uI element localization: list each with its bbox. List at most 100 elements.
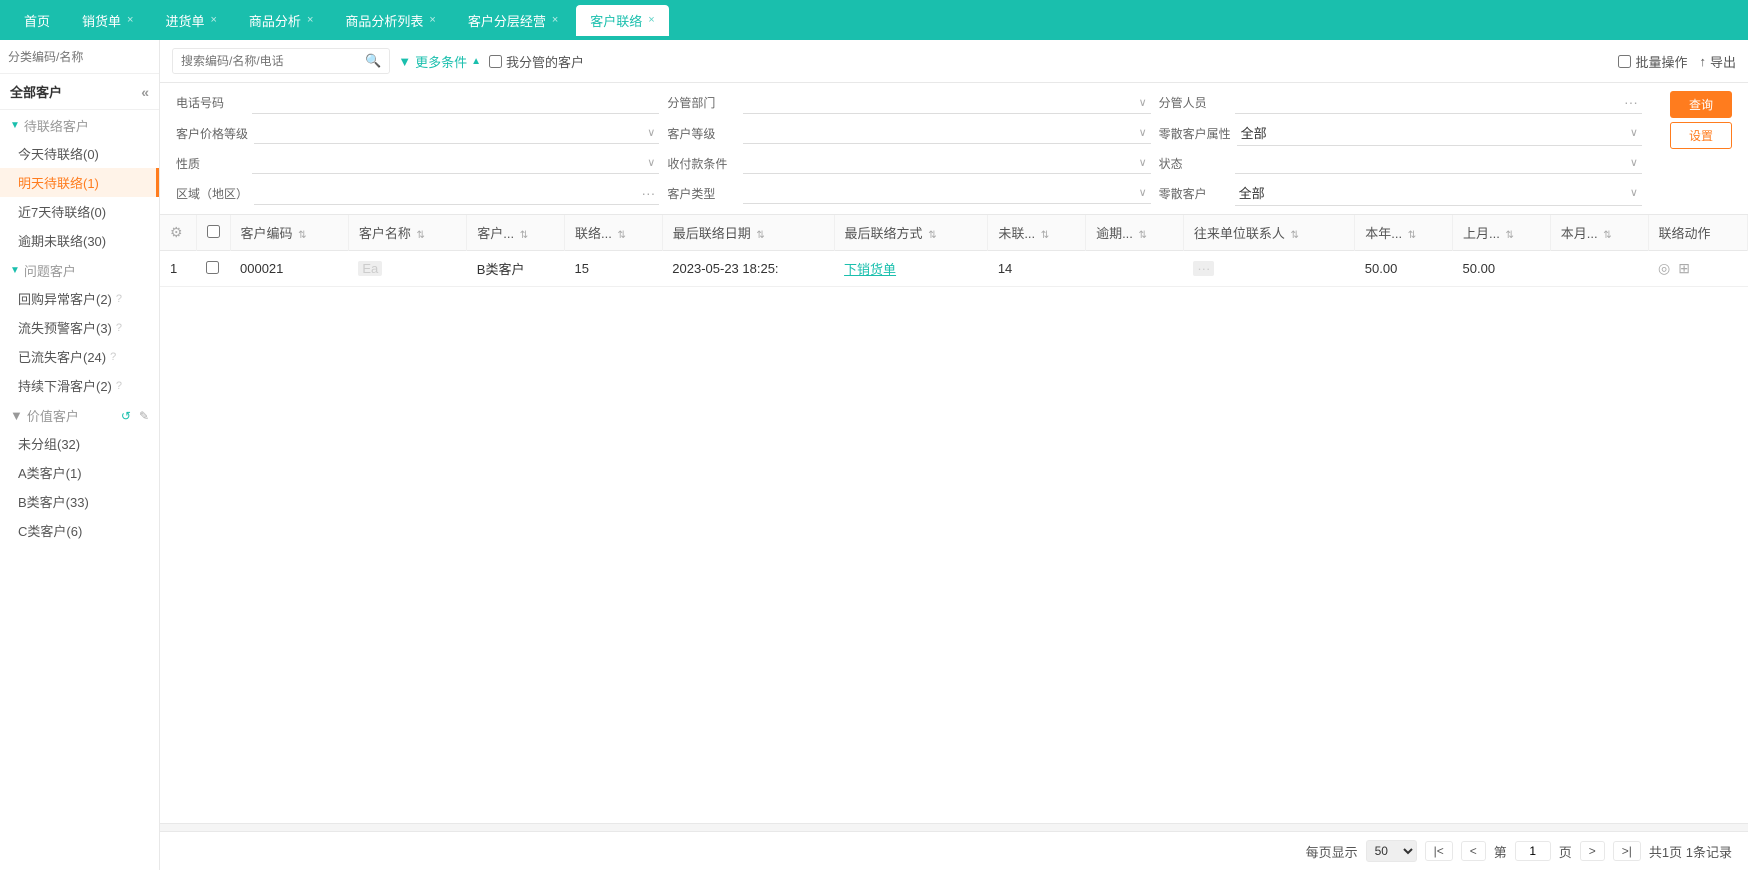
- close-customer-contact-icon[interactable]: ×: [648, 14, 654, 26]
- first-page-btn[interactable]: |<: [1425, 841, 1453, 861]
- help-icon-3[interactable]: ?: [110, 351, 116, 363]
- sort-this-year-icon[interactable]: ⇅: [1408, 230, 1416, 241]
- sidebar-item-abnormal-label: 回购异常客户(2): [18, 289, 112, 308]
- filter-customer-level-select[interactable]: ∨: [743, 122, 1150, 144]
- sort-contacts-icon[interactable]: ⇅: [618, 230, 626, 241]
- export-btn[interactable]: ↑ 导出: [1699, 52, 1736, 71]
- sidebar-item-warning[interactable]: 流失预警客户(3) ?: [0, 313, 159, 342]
- sidebar-search-input[interactable]: [8, 50, 160, 64]
- search-icon[interactable]: 🔍: [365, 53, 381, 69]
- more-filters-btn[interactable]: ▼ 更多条件 ▲: [398, 52, 481, 71]
- sidebar-item-overdue[interactable]: 逾期未联络(30): [0, 226, 159, 255]
- my-customers-checkbox[interactable]: 我分管的客户: [489, 52, 584, 71]
- action-contact-icon[interactable]: ◎: [1658, 260, 1670, 277]
- row-last-date: 2023-05-23 18:25:: [662, 251, 834, 287]
- row-name: Ea: [348, 251, 466, 287]
- sidebar-collapse-icon[interactable]: «: [141, 84, 149, 100]
- nav-analysis[interactable]: 商品分析 ×: [235, 5, 327, 36]
- sort-contact-person-icon[interactable]: ⇅: [1290, 230, 1298, 241]
- sort-last-month-icon[interactable]: ⇅: [1505, 230, 1513, 241]
- close-sales-icon[interactable]: ×: [127, 14, 133, 26]
- batch-check[interactable]: [1618, 55, 1631, 68]
- sort-type-icon[interactable]: ⇅: [520, 230, 528, 241]
- sidebar-item-7days[interactable]: 近7天待联络(0): [0, 197, 159, 226]
- nav-analysis-list[interactable]: 商品分析列表 ×: [331, 5, 449, 36]
- query-button[interactable]: 查询: [1670, 91, 1732, 118]
- sort-overdue-icon[interactable]: ⇅: [1139, 230, 1147, 241]
- select-all-checkbox[interactable]: [207, 225, 220, 238]
- close-analysis-icon[interactable]: ×: [307, 14, 313, 26]
- sidebar-item-ungrouped[interactable]: 未分组(32): [0, 429, 159, 458]
- horizontal-scrollbar[interactable]: [160, 823, 1748, 831]
- sort-this-month-icon[interactable]: ⇅: [1603, 230, 1611, 241]
- sidebar-all-customers[interactable]: 全部客户 «: [0, 74, 159, 110]
- row-checkbox[interactable]: [206, 261, 219, 274]
- sort-last-method-icon[interactable]: ⇅: [928, 230, 936, 241]
- filter-dept-select[interactable]: ∨: [743, 92, 1150, 114]
- sidebar-item-today[interactable]: 今天待联络(0): [0, 139, 159, 168]
- customer-table: ⚙ 客户编码 ⇅ 客户名称 ⇅: [160, 215, 1748, 287]
- col-name-label: 客户名称: [359, 226, 411, 241]
- last-page-btn[interactable]: >|: [1613, 841, 1641, 861]
- retail-arrow: ∨: [1630, 186, 1638, 199]
- page-size-select[interactable]: 10 20 50 100: [1366, 840, 1417, 862]
- nav-sales[interactable]: 销货单 ×: [68, 5, 147, 36]
- page-input[interactable]: [1515, 841, 1551, 861]
- nav-home[interactable]: 首页: [10, 5, 64, 36]
- row-method-link[interactable]: 下销货单: [844, 262, 896, 277]
- sidebar-item-class-c[interactable]: C类客户(6): [0, 516, 159, 545]
- filter-retail-attr-select[interactable]: 全部 ∨: [1237, 120, 1642, 146]
- sort-name-icon[interactable]: ⇅: [417, 230, 425, 241]
- close-purchase-icon[interactable]: ×: [210, 14, 216, 26]
- payment-arrow: ∨: [1139, 156, 1147, 169]
- sort-code-icon[interactable]: ⇅: [298, 230, 306, 241]
- value-group-edit[interactable]: ✎: [139, 409, 149, 423]
- help-icon-1[interactable]: ?: [116, 293, 122, 305]
- reset-button[interactable]: 设置: [1670, 122, 1732, 149]
- manager-dots-icon[interactable]: ···: [1624, 94, 1638, 110]
- prev-page-btn[interactable]: <: [1461, 841, 1486, 861]
- next-page-btn[interactable]: >: [1580, 841, 1605, 861]
- col-code: 客户编码 ⇅: [230, 215, 348, 251]
- my-customers-check[interactable]: [489, 55, 502, 68]
- close-customer-ops-icon[interactable]: ×: [552, 14, 558, 26]
- sidebar-group-value: ▼ 价值客户 ↺ ✎: [0, 400, 159, 429]
- nav-customer-ops[interactable]: 客户分层经营 ×: [454, 5, 572, 36]
- col-name: 客户名称 ⇅: [348, 215, 466, 251]
- batch-op-btn[interactable]: 批量操作: [1618, 52, 1687, 71]
- sort-unlink-icon[interactable]: ⇅: [1041, 230, 1049, 241]
- filter-status-select[interactable]: ∨: [1235, 152, 1642, 174]
- filter-manager-input[interactable]: ···: [1235, 91, 1642, 114]
- help-icon-2[interactable]: ?: [116, 322, 122, 334]
- sort-last-date-icon[interactable]: ⇅: [756, 230, 764, 241]
- action-schedule-icon[interactable]: ⊞: [1678, 260, 1690, 277]
- sidebar-item-tomorrow[interactable]: 明天待联络(1): [0, 168, 159, 197]
- nav-customer-contact[interactable]: 客户联络 ×: [576, 5, 668, 36]
- triangle-icon-3: ▼: [10, 408, 23, 423]
- col-settings[interactable]: ⚙: [160, 215, 196, 251]
- filter-retail-select[interactable]: 全部 ∨: [1235, 180, 1642, 206]
- close-analysis-list-icon[interactable]: ×: [429, 14, 435, 26]
- export-label: 导出: [1710, 52, 1736, 71]
- filter-price-level-select[interactable]: ∨: [254, 122, 659, 144]
- filter-row-4: 区域（地区） ··· 客户类型 ∨ 零散客户: [176, 180, 1642, 206]
- region-dots-icon[interactable]: ···: [641, 185, 655, 201]
- filter-phone-input[interactable]: [252, 92, 659, 114]
- total-label: 共1页 1条记录: [1649, 842, 1732, 861]
- sidebar-item-lost[interactable]: 已流失客户(24) ?: [0, 342, 159, 371]
- filter-region-input[interactable]: ···: [254, 182, 659, 205]
- sidebar-item-abnormal[interactable]: 回购异常客户(2) ?: [0, 284, 159, 313]
- main-search-input[interactable]: [181, 54, 361, 68]
- filter-customer-type-select[interactable]: ∨: [743, 182, 1150, 204]
- filter-nature-select[interactable]: ∨: [252, 152, 659, 174]
- value-group-refresh[interactable]: ↺: [121, 409, 131, 423]
- sidebar-item-declining[interactable]: 持续下滑客户(2) ?: [0, 371, 159, 400]
- settings-icon[interactable]: ⚙: [170, 224, 183, 240]
- col-contacts: 联络... ⇅: [565, 215, 663, 251]
- nav-purchase[interactable]: 进货单 ×: [151, 5, 230, 36]
- filter-manager-label: 分管人员: [1159, 94, 1229, 111]
- help-icon-4[interactable]: ?: [116, 380, 122, 392]
- filter-payment-select[interactable]: ∨: [743, 152, 1150, 174]
- sidebar-item-class-b[interactable]: B类客户(33): [0, 487, 159, 516]
- sidebar-item-class-a[interactable]: A类客户(1): [0, 458, 159, 487]
